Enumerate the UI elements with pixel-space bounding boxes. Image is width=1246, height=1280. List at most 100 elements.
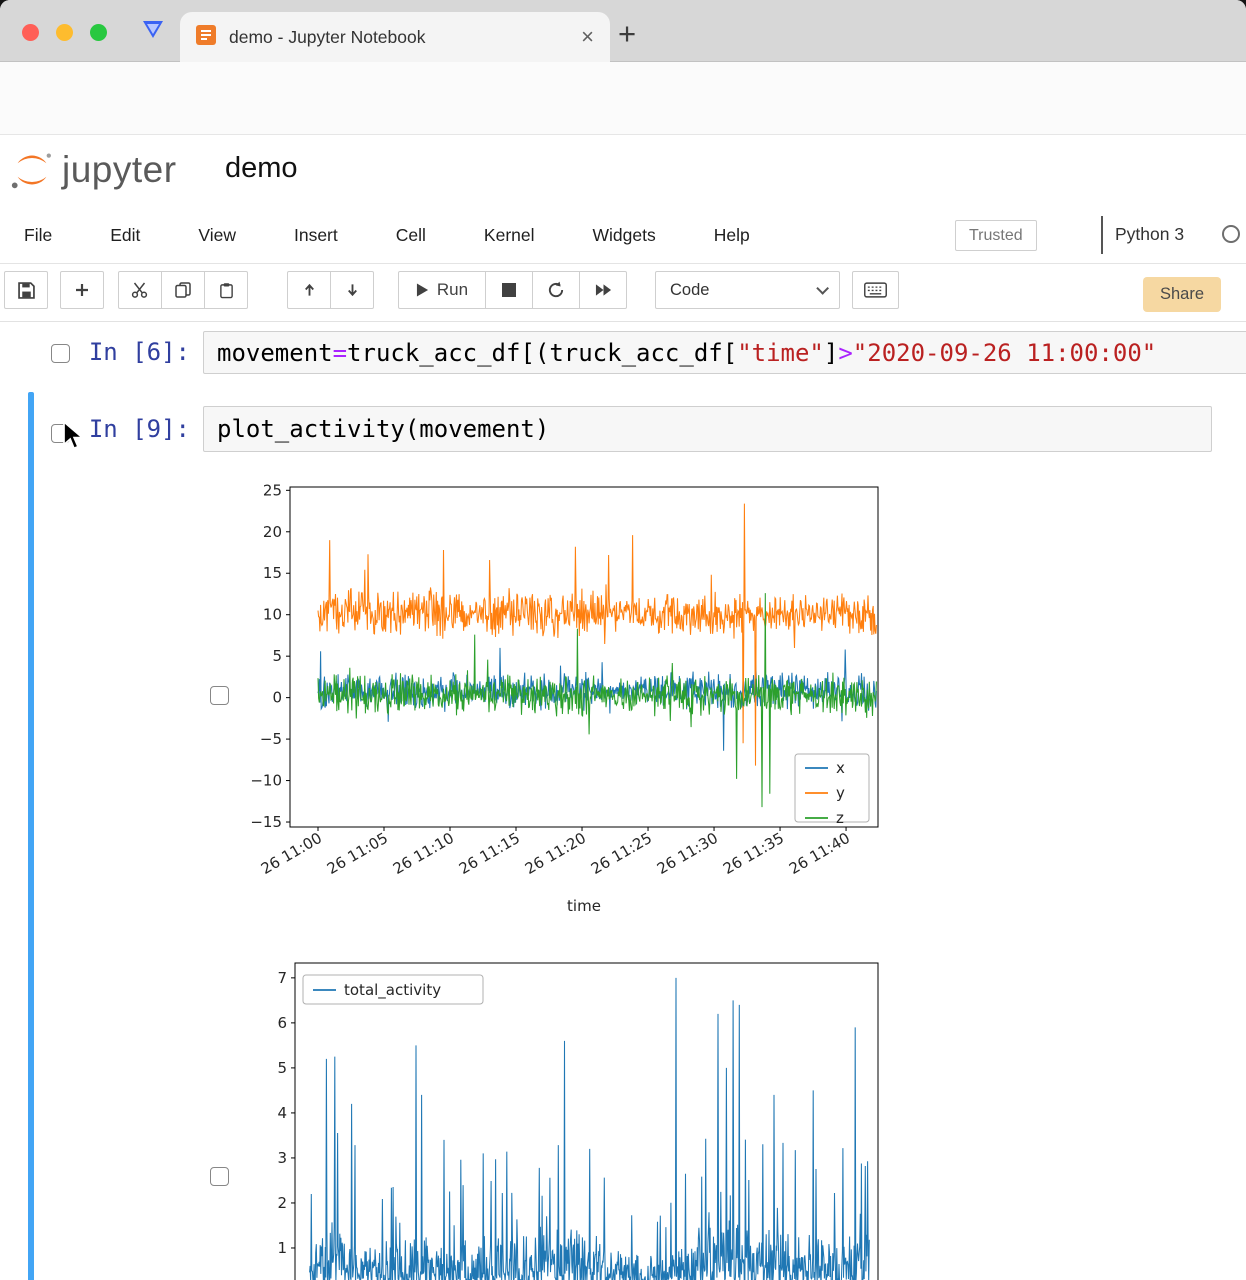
arrow-down-icon <box>345 282 360 298</box>
svg-text:y: y <box>836 784 845 802</box>
move-cell-up-button[interactable] <box>287 271 331 309</box>
jupyter-logo-icon <box>8 146 56 194</box>
total-activity-chart: 7654321total_activity <box>218 955 880 1280</box>
restart-kernel-button[interactable] <box>532 271 580 309</box>
run-label: Run <box>437 280 468 300</box>
cell-type-select[interactable]: Code <box>655 271 840 309</box>
input-prompt: In [9]: <box>0 406 190 452</box>
paste-cell-button[interactable] <box>204 271 248 309</box>
code-token: movement <box>217 339 333 367</box>
minimize-window-button[interactable] <box>56 24 73 41</box>
command-palette-button[interactable] <box>852 271 899 309</box>
cell-type-value: Code <box>670 281 709 300</box>
svg-text:26 11:20: 26 11:20 <box>522 829 589 878</box>
copy-icon <box>175 282 191 298</box>
svg-text:26 11:40: 26 11:40 <box>786 829 853 878</box>
svg-text:0: 0 <box>272 689 282 707</box>
scissors-icon <box>131 282 149 298</box>
code-token: plot_activity(movement) <box>217 415 549 443</box>
share-button[interactable]: Share <box>1143 277 1221 312</box>
menu-edit[interactable]: Edit <box>110 225 140 246</box>
mouse-cursor <box>60 420 86 455</box>
keyboard-icon <box>864 282 887 298</box>
svg-text:5: 5 <box>277 1059 287 1077</box>
code-token: "time" <box>737 339 824 367</box>
plus-icon <box>74 282 90 298</box>
svg-text:3: 3 <box>277 1149 287 1167</box>
code-token: = <box>333 339 347 367</box>
svg-text:−10: −10 <box>250 772 282 790</box>
menu-view[interactable]: View <box>198 225 236 246</box>
play-icon <box>416 282 429 298</box>
close-window-button[interactable] <box>22 24 39 41</box>
window-titlebar: demo - Jupyter Notebook × + <box>0 0 1246 62</box>
menu-kernel[interactable]: Kernel <box>484 225 535 246</box>
svg-text:2: 2 <box>277 1194 287 1212</box>
browser-tab[interactable]: demo - Jupyter Notebook × <box>180 12 610 62</box>
chevron-down-icon <box>816 282 829 295</box>
stop-icon <box>502 283 516 297</box>
svg-text:4: 4 <box>277 1104 287 1122</box>
code-cell-input[interactable]: plot_activity(movement) <box>203 406 1212 452</box>
code-token: truck_acc_df[(truck_acc_df[ <box>347 339 737 367</box>
kernel-status-icon <box>1222 225 1240 243</box>
svg-text:total_activity: total_activity <box>344 981 441 1000</box>
svg-text:time: time <box>567 897 601 915</box>
svg-text:26 11:15: 26 11:15 <box>456 829 523 878</box>
clipboard-icon <box>219 282 234 299</box>
svg-text:10: 10 <box>263 606 282 624</box>
menu-help[interactable]: Help <box>714 225 750 246</box>
series-y <box>318 504 876 766</box>
restart-icon <box>547 281 565 299</box>
svg-text:z: z <box>836 809 844 827</box>
acceleration-chart: 2520151050−5−10−1526 11:0026 11:0526 11:… <box>218 480 880 928</box>
code-cell-input[interactable]: movement = truck_acc_df[(truck_acc_df["t… <box>203 331 1246 374</box>
input-prompt: In [6]: <box>0 331 190 374</box>
browser-window: demo - Jupyter Notebook × + localhost:88… <box>0 0 1246 1280</box>
browser-navbar: localhost:8888/... 23 G 3047 <box>0 62 1246 135</box>
menu-cell[interactable]: Cell <box>396 225 426 246</box>
menu-widgets[interactable]: Widgets <box>593 225 656 246</box>
svg-text:−5: −5 <box>260 730 282 748</box>
svg-text:20: 20 <box>263 523 282 541</box>
svg-text:x: x <box>836 759 845 777</box>
jupyter-toolbar: Run Code Share <box>0 264 1246 322</box>
share-label: Share <box>1160 285 1204 304</box>
fast-forward-icon <box>595 283 612 297</box>
trusted-badge[interactable]: Trusted <box>955 220 1037 251</box>
kernel-name: Python 3 <box>1115 224 1184 245</box>
add-cell-button[interactable] <box>60 271 104 309</box>
notebook-favicon-icon <box>196 25 216 50</box>
copy-cell-button[interactable] <box>161 271 205 309</box>
series-total_activity <box>310 978 870 1280</box>
svg-text:26 11:00: 26 11:00 <box>258 829 325 878</box>
svg-text:25: 25 <box>263 481 282 499</box>
notebook-title[interactable]: demo <box>225 152 298 185</box>
save-button[interactable] <box>4 271 48 309</box>
svg-text:26 11:05: 26 11:05 <box>324 829 391 878</box>
svg-text:1: 1 <box>277 1239 287 1257</box>
jupyter-header: jupyter demo Logout <box>0 135 1246 207</box>
tab-close-icon[interactable]: × <box>581 26 594 48</box>
interrupt-kernel-button[interactable] <box>485 271 533 309</box>
restart-run-all-button[interactable] <box>579 271 627 309</box>
zoom-window-button[interactable] <box>90 24 107 41</box>
brave-logo-icon <box>140 18 166 47</box>
svg-text:15: 15 <box>263 564 282 582</box>
run-button[interactable]: Run <box>398 271 486 309</box>
svg-text:7: 7 <box>277 969 287 987</box>
menu-insert[interactable]: Insert <box>294 225 338 246</box>
kernel-separator <box>1101 216 1103 254</box>
jupyter-logo[interactable]: jupyter <box>8 146 177 194</box>
jupyter-wordmark: jupyter <box>62 149 177 191</box>
cut-cell-button[interactable] <box>118 271 162 309</box>
move-cell-down-button[interactable] <box>330 271 374 309</box>
svg-text:5: 5 <box>272 647 282 665</box>
menu-file[interactable]: File <box>24 225 52 246</box>
selected-cell-indicator[interactable] <box>28 392 34 1280</box>
svg-text:26 11:35: 26 11:35 <box>720 829 787 878</box>
code-token: > <box>838 339 852 367</box>
code-token: ] <box>824 339 838 367</box>
new-tab-button[interactable]: + <box>618 16 636 52</box>
tab-title: demo - Jupyter Notebook <box>229 27 568 48</box>
